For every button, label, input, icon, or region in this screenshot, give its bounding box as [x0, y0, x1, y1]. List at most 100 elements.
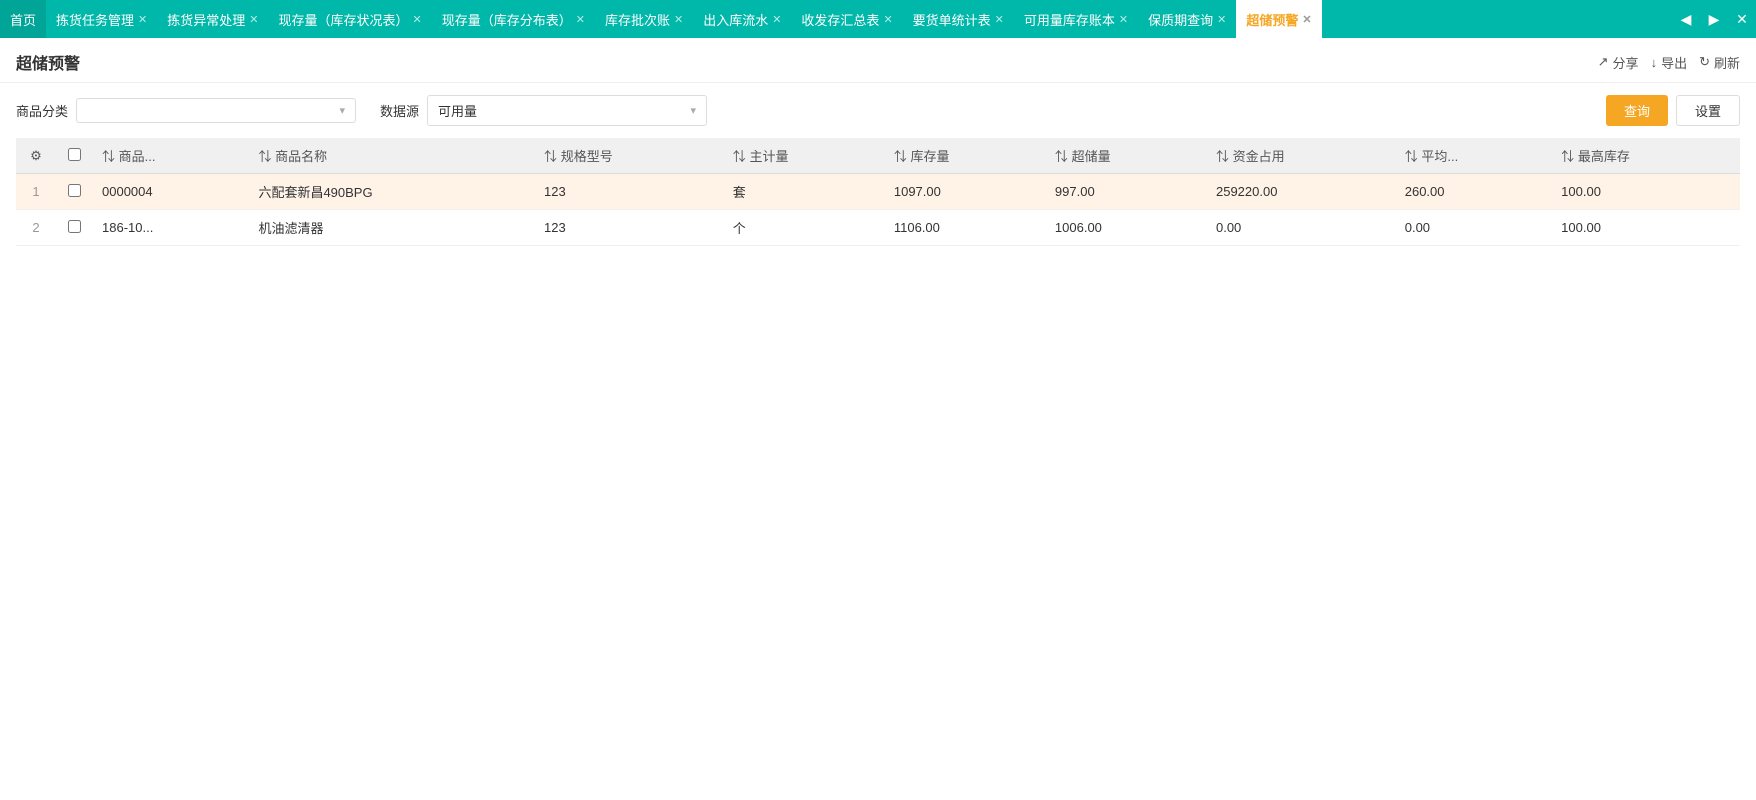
datasource-filter-group: 数据源 可用量 ▾	[380, 95, 707, 126]
cell-avg: 260.00	[1395, 174, 1551, 210]
cell-spec: 123	[534, 174, 723, 210]
row-checkbox-cell[interactable]	[56, 174, 92, 210]
category-select[interactable]: ▾	[76, 98, 356, 123]
sort-icon: ⇅	[1405, 149, 1418, 164]
column-unit[interactable]: ⇅ 主计量	[723, 138, 884, 174]
nav-item-label: 收发存汇总表	[801, 10, 879, 29]
filter-buttons: 查询 设置	[1606, 95, 1740, 126]
nav-item-label: 现存量（库存分布表）	[442, 10, 572, 29]
nav-item-0[interactable]: 首页	[0, 0, 46, 38]
column-product-name[interactable]: ⇅ 商品名称	[248, 138, 534, 174]
nav-item-4[interactable]: 现存量（库存分布表） ✕	[432, 0, 595, 38]
nav-close-icon[interactable]: ✕	[576, 13, 585, 26]
nav-item-label: 首页	[10, 10, 36, 29]
table-wrapper: ⚙ ⇅ 商品... ⇅ 商品名称 ⇅ 规格型号	[0, 138, 1756, 246]
nav-close-icon[interactable]: ✕	[1217, 13, 1226, 26]
sort-icon: ⇅	[258, 149, 271, 164]
nav-item-3[interactable]: 现存量（库存状况表） ✕	[268, 0, 431, 38]
share-button[interactable]: ↗ 分享	[1598, 53, 1639, 72]
cell-max-stock: 100.00	[1551, 210, 1740, 246]
nav-item-9[interactable]: 可用量库存账本✕	[1014, 0, 1138, 38]
share-icon: ↗	[1598, 54, 1609, 70]
nav-prev-button[interactable]: ◀	[1672, 0, 1700, 38]
cell-spec: 123	[534, 210, 723, 246]
nav-next-button[interactable]: ▶	[1700, 0, 1728, 38]
nav-close-icon[interactable]: ✕	[413, 13, 422, 26]
nav-item-label: 要货单统计表	[913, 10, 991, 29]
column-max-stock[interactable]: ⇅ 最高库存	[1551, 138, 1740, 174]
sort-icon: ⇅	[733, 149, 746, 164]
nav-item-5[interactable]: 库存批次账 ✕	[595, 0, 693, 38]
column-stock[interactable]: ⇅ 库存量	[884, 138, 1045, 174]
refresh-icon: ↻	[1699, 54, 1710, 70]
page-container: 超储预警 ↗ 分享 ↓ 导出 ↻ 刷新 商品分类 ▾ 数据源	[0, 38, 1756, 800]
nav-item-11[interactable]: 超储预警 ✕	[1236, 0, 1321, 38]
top-navigation: 首页拣货任务管理✕拣货异常处理✕现存量（库存状况表）✕现存量（库存分布表）✕库存…	[0, 0, 1756, 38]
nav-close-icon[interactable]: ✕	[1302, 13, 1311, 26]
filter-area: 商品分类 ▾ 数据源 可用量 ▾ 查询 设置	[0, 83, 1756, 138]
row-checkbox-cell[interactable]	[56, 210, 92, 246]
category-label: 商品分类	[16, 101, 68, 120]
column-select-all[interactable]	[56, 138, 92, 174]
nav-item-2[interactable]: 拣货异常处理✕	[157, 0, 268, 38]
data-table: ⚙ ⇅ 商品... ⇅ 商品名称 ⇅ 规格型号	[16, 138, 1740, 246]
table-row: 1 0000004 六配套新昌490BPG 123 套 1097.00 997.…	[16, 174, 1740, 210]
nav-close-icon[interactable]: ✕	[249, 13, 258, 26]
column-over-stock[interactable]: ⇅ 超储量	[1045, 138, 1206, 174]
nav-item-label: 现存量（库存状况表）	[278, 10, 408, 29]
export-button[interactable]: ↓ 导出	[1651, 53, 1688, 72]
nav-item-label: 保质期查询	[1148, 10, 1213, 29]
datasource-select[interactable]: 可用量 ▾	[427, 95, 707, 126]
nav-item-8[interactable]: 要货单统计表 ✕	[903, 0, 1014, 38]
row-checkbox[interactable]	[68, 220, 81, 233]
nav-close-icon[interactable]: ✕	[995, 13, 1004, 26]
sort-icon: ⇅	[894, 149, 907, 164]
nav-item-6[interactable]: 出入库流水 ✕	[693, 0, 791, 38]
sort-icon: ⇅	[1055, 149, 1068, 164]
cell-stock: 1097.00	[884, 174, 1045, 210]
header-actions: ↗ 分享 ↓ 导出 ↻ 刷新	[1598, 53, 1740, 72]
row-number: 1	[16, 174, 56, 210]
column-spec[interactable]: ⇅ 规格型号	[534, 138, 723, 174]
cell-capital: 0.00	[1206, 210, 1395, 246]
cell-over-stock: 1006.00	[1045, 210, 1206, 246]
nav-item-label: 超储预警	[1246, 10, 1298, 29]
page-title: 超储预警	[16, 50, 80, 74]
cell-product-name: 六配套新昌490BPG	[248, 174, 534, 210]
nav-item-label: 出入库流水	[703, 10, 768, 29]
nav-arrows: ◀ ▶ ✕	[1672, 0, 1756, 38]
nav-close-icon[interactable]: ✕	[1119, 13, 1128, 26]
column-gear[interactable]: ⚙	[16, 138, 56, 174]
row-checkbox[interactable]	[68, 184, 81, 197]
datasource-label: 数据源	[380, 101, 419, 120]
query-button[interactable]: 查询	[1606, 95, 1668, 126]
column-product-code[interactable]: ⇅ 商品...	[92, 138, 248, 174]
cell-capital: 259220.00	[1206, 174, 1395, 210]
column-avg[interactable]: ⇅ 平均...	[1395, 138, 1551, 174]
row-number: 2	[16, 210, 56, 246]
cell-product-name: 机油滤清器	[248, 210, 534, 246]
nav-close-icon[interactable]: ✕	[772, 13, 781, 26]
column-capital[interactable]: ⇅ 资金占用	[1206, 138, 1395, 174]
category-filter-group: 商品分类 ▾	[16, 98, 356, 123]
select-all-checkbox[interactable]	[68, 148, 81, 161]
nav-close-icon[interactable]: ✕	[883, 13, 892, 26]
datasource-select-value: 可用量	[438, 101, 477, 120]
sort-icon: ⇅	[102, 149, 115, 164]
cell-unit: 套	[723, 174, 884, 210]
nav-item-label: 库存批次账	[605, 10, 670, 29]
nav-item-1[interactable]: 拣货任务管理 ✕	[46, 0, 157, 38]
table-header-row: ⚙ ⇅ 商品... ⇅ 商品名称 ⇅ 规格型号	[16, 138, 1740, 174]
refresh-button[interactable]: ↻ 刷新	[1699, 53, 1740, 72]
nav-item-10[interactable]: 保质期查询 ✕	[1138, 0, 1236, 38]
settings-button[interactable]: 设置	[1676, 95, 1740, 126]
cell-stock: 1106.00	[884, 210, 1045, 246]
nav-item-7[interactable]: 收发存汇总表 ✕	[791, 0, 902, 38]
nav-close-icon[interactable]: ✕	[674, 13, 683, 26]
gear-icon: ⚙	[30, 148, 42, 163]
cell-max-stock: 100.00	[1551, 174, 1740, 210]
nav-close-icon[interactable]: ✕	[138, 13, 147, 26]
cell-avg: 0.00	[1395, 210, 1551, 246]
nav-item-label: 拣货任务管理	[56, 10, 134, 29]
nav-close-button[interactable]: ✕	[1728, 0, 1756, 38]
